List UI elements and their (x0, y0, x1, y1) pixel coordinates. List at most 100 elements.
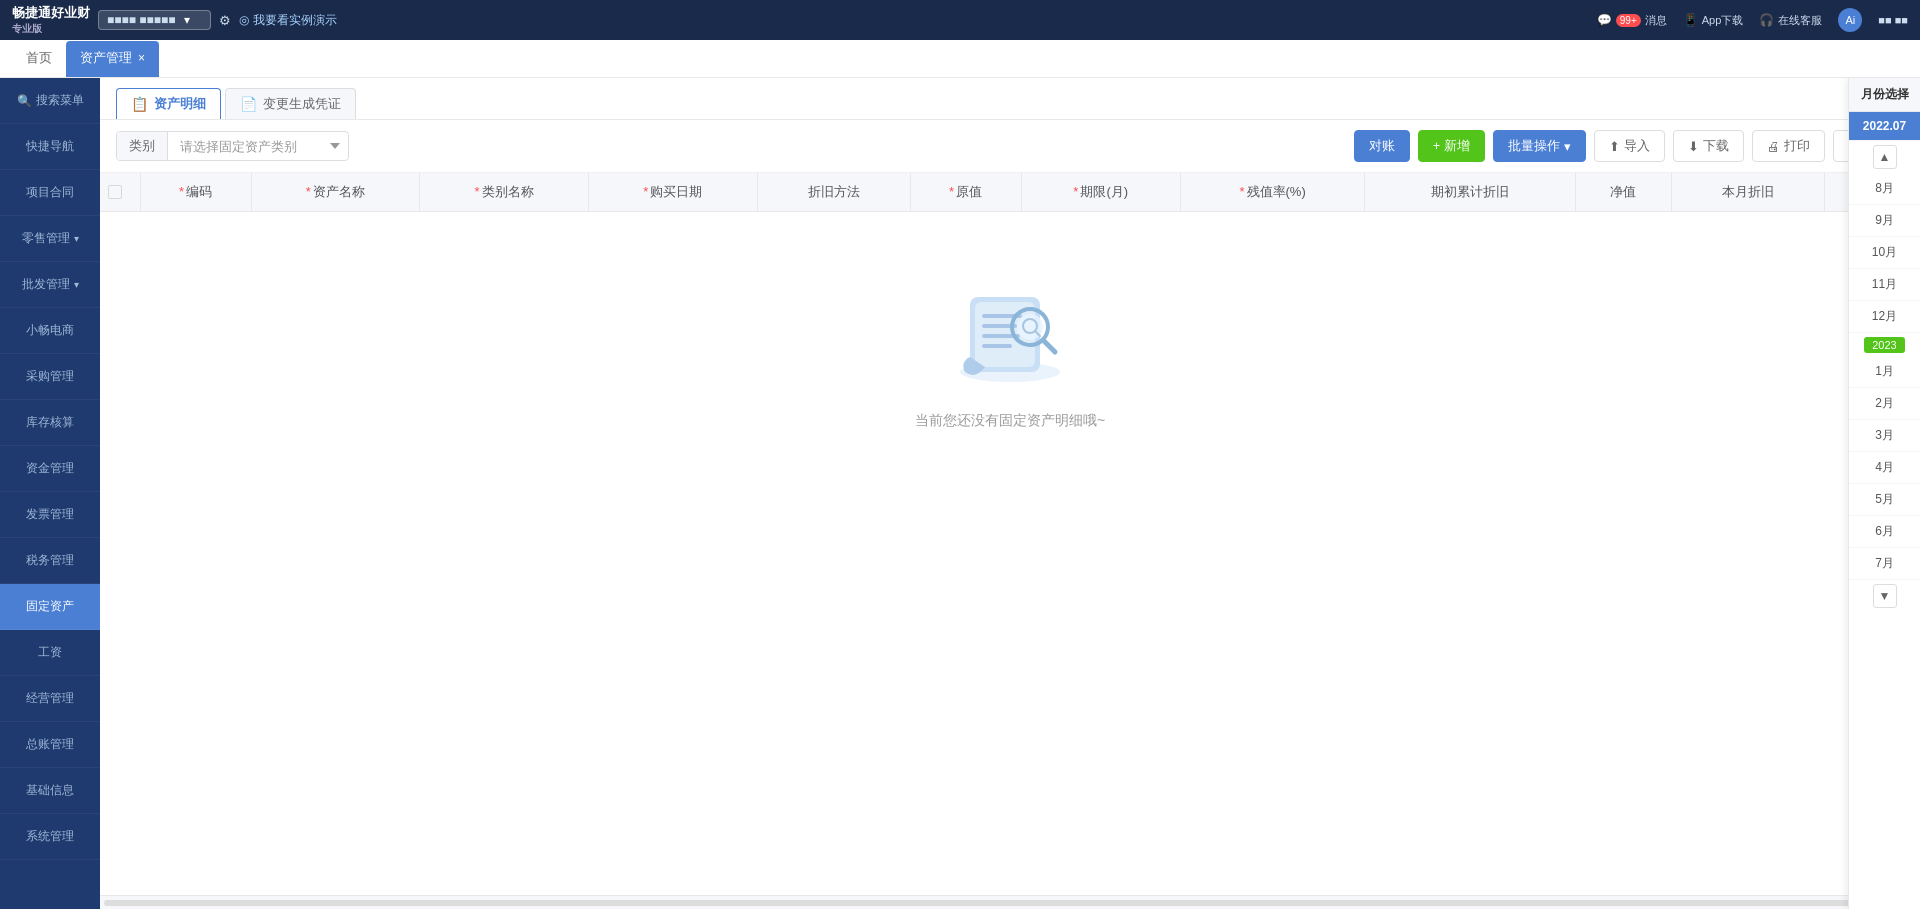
month-item-5[interactable]: 5月 (1849, 484, 1920, 516)
import-button[interactable]: ⬆ 导入 (1594, 130, 1665, 162)
year-badge-2023: 2023 (1864, 337, 1904, 353)
sidebar-item-ledger[interactable]: 总账管理 (0, 722, 100, 768)
batch-label: 批量操作 (1508, 137, 1560, 155)
sidebar-label-invoice: 发票管理 (26, 506, 74, 523)
month-item-1[interactable]: 1月 (1849, 356, 1920, 388)
download-icon: ⬇ (1688, 139, 1699, 154)
month-nav-up: ▲ (1849, 141, 1920, 173)
sidebar-item-fixed-assets[interactable]: 固定资产 (0, 584, 100, 630)
col-net-value: 净值 (1576, 173, 1671, 212)
app-download-button[interactable]: 📱 App下载 (1683, 13, 1744, 28)
message-button[interactable]: 💬 99+ 消息 (1597, 13, 1667, 28)
sidebar-item-search-menu[interactable]: 🔍 搜索菜单 (0, 78, 100, 124)
reconcile-button[interactable]: 对账 (1354, 130, 1410, 162)
col-category: *类别名称 (420, 173, 589, 212)
col-monthly-depreciation: 本月折旧 (1671, 173, 1824, 212)
tab-home[interactable]: 首页 (12, 41, 66, 77)
col-depreciation-method: 折旧方法 (757, 173, 910, 212)
assets-table: *编码 *资产名称 *类别名称 *购买日期 折旧方法 *原值 *期限(月) *残… (100, 173, 1920, 212)
online-service-button[interactable]: 🎧 在线客服 (1759, 13, 1822, 28)
toolbar: 类别 请选择固定资产类别 对账 + 新增 批量操作 ▾ ⬆ 导入 (100, 120, 1920, 173)
content-tab-change-voucher[interactable]: 📄 变更生成凭证 (225, 88, 356, 119)
content-tab-asset-detail-label: 资产明细 (154, 95, 206, 113)
sidebar-item-tax[interactable]: 税务管理 (0, 538, 100, 584)
chevron-down-icon: ▾ (74, 233, 79, 244)
sidebar-label-ledger: 总账管理 (26, 736, 74, 753)
category-label: 类别 (117, 132, 168, 160)
sidebar-item-project-contract[interactable]: 项目合同 (0, 170, 100, 216)
sidebar-label-ecommerce: 小畅电商 (26, 322, 74, 339)
month-item-12[interactable]: 12月 (1849, 301, 1920, 333)
online-service-text: 在线客服 (1778, 13, 1822, 28)
demo-link[interactable]: ◎ 我要看实例演示 (239, 12, 337, 29)
month-item-10[interactable]: 10月 (1849, 237, 1920, 269)
asset-detail-icon: 📋 (131, 96, 148, 112)
month-item-current[interactable]: 2022.07 (1849, 112, 1920, 141)
month-item-8[interactable]: 8月 (1849, 173, 1920, 205)
scroll-track[interactable] (104, 900, 1916, 906)
top-bar-left: 畅捷通好业财 专业版 ■■■■ ■■■■■ ▾ ⚙ ◎ 我要看实例演示 (12, 4, 337, 36)
month-item-11[interactable]: 11月 (1849, 269, 1920, 301)
svg-rect-6 (982, 344, 1012, 348)
sidebar-label-inventory: 库存核算 (26, 414, 74, 431)
empty-state: 当前您还没有固定资产明细哦~ (100, 212, 1920, 490)
app-download-text: App下载 (1702, 13, 1744, 28)
month-item-4[interactable]: 4月 (1849, 452, 1920, 484)
company-selector[interactable]: ■■■■ ■■■■■ ▾ (98, 10, 211, 30)
import-label: 导入 (1624, 137, 1650, 155)
col-residual-rate: *残值率(%) (1180, 173, 1365, 212)
sidebar-item-fund[interactable]: 资金管理 (0, 446, 100, 492)
sidebar-item-system[interactable]: 系统管理 (0, 814, 100, 860)
col-name: *资产名称 (251, 173, 420, 212)
toolbar-right: 对账 + 新增 批量操作 ▾ ⬆ 导入 ⬇ 下载 🖨 打印 (1354, 130, 1904, 162)
batch-operation-button[interactable]: 批量操作 ▾ (1493, 130, 1586, 162)
month-item-9[interactable]: 9月 (1849, 205, 1920, 237)
sidebar-label-basic-info: 基础信息 (26, 782, 74, 799)
sidebar-label-retail: 零售管理 (22, 230, 70, 247)
sidebar-item-quick-nav[interactable]: 快捷导航 (0, 124, 100, 170)
print-icon: 🖨 (1767, 139, 1780, 154)
content-tab-change-voucher-label: 变更生成凭证 (263, 95, 341, 113)
content-area: 📋 资产明细 📄 变更生成凭证 类别 请选择固定资产类别 对账 + 新增 (100, 78, 1920, 909)
month-item-6[interactable]: 6月 (1849, 516, 1920, 548)
select-all-checkbox[interactable] (108, 185, 122, 199)
sidebar-item-inventory[interactable]: 库存核算 (0, 400, 100, 446)
sidebar-item-ecommerce[interactable]: 小畅电商 (0, 308, 100, 354)
nav-tabs: 首页 资产管理 × (0, 40, 1920, 78)
import-icon: ⬆ (1609, 139, 1620, 154)
month-nav-down-button[interactable]: ▼ (1873, 584, 1897, 608)
content-tab-asset-detail[interactable]: 📋 资产明细 (116, 88, 221, 119)
sidebar-item-purchase[interactable]: 采购管理 (0, 354, 100, 400)
month-item-3[interactable]: 3月 (1849, 420, 1920, 452)
download-button[interactable]: ⬇ 下载 (1673, 130, 1744, 162)
tab-close-icon[interactable]: × (138, 51, 145, 65)
print-button[interactable]: 🖨 打印 (1752, 130, 1825, 162)
category-select[interactable]: 请选择固定资产类别 (168, 134, 348, 159)
sidebar-label-project: 项目合同 (26, 184, 74, 201)
sidebar-item-operations[interactable]: 经营管理 (0, 676, 100, 722)
bottom-scrollbar[interactable] (100, 895, 1920, 909)
change-voucher-icon: 📄 (240, 96, 257, 112)
sidebar-item-wholesale[interactable]: 批发管理 ▾ (0, 262, 100, 308)
month-panel-header: 月份选择 (1849, 78, 1920, 112)
sidebar-item-retail[interactable]: 零售管理 ▾ (0, 216, 100, 262)
sidebar-item-invoice[interactable]: 发票管理 (0, 492, 100, 538)
month-item-2[interactable]: 2月 (1849, 388, 1920, 420)
table-container: *编码 *资产名称 *类别名称 *购买日期 折旧方法 *原值 *期限(月) *残… (100, 173, 1920, 895)
tab-asset-management[interactable]: 资产管理 × (66, 41, 159, 77)
chevron-down-icon: ▾ (1564, 139, 1571, 154)
search-icon: 🔍 (17, 94, 32, 108)
sidebar-item-payroll[interactable]: 工资 (0, 630, 100, 676)
sidebar-item-basic-info[interactable]: 基础信息 (0, 768, 100, 814)
add-button[interactable]: + 新增 (1418, 130, 1485, 162)
month-item-7[interactable]: 7月 (1849, 548, 1920, 580)
sidebar-label-tax: 税务管理 (26, 552, 74, 569)
col-period: *期限(月) (1021, 173, 1180, 212)
user-avatar[interactable]: Ai (1838, 8, 1862, 32)
settings-icon[interactable]: ⚙ (219, 13, 231, 28)
chevron-down-icon: ▾ (74, 279, 79, 290)
month-nav-up-button[interactable]: ▲ (1873, 145, 1897, 169)
category-selector: 类别 请选择固定资产类别 (116, 131, 349, 161)
demo-text: 我要看实例演示 (253, 12, 337, 29)
content-tabs: 📋 资产明细 📄 变更生成凭证 (100, 78, 1920, 120)
